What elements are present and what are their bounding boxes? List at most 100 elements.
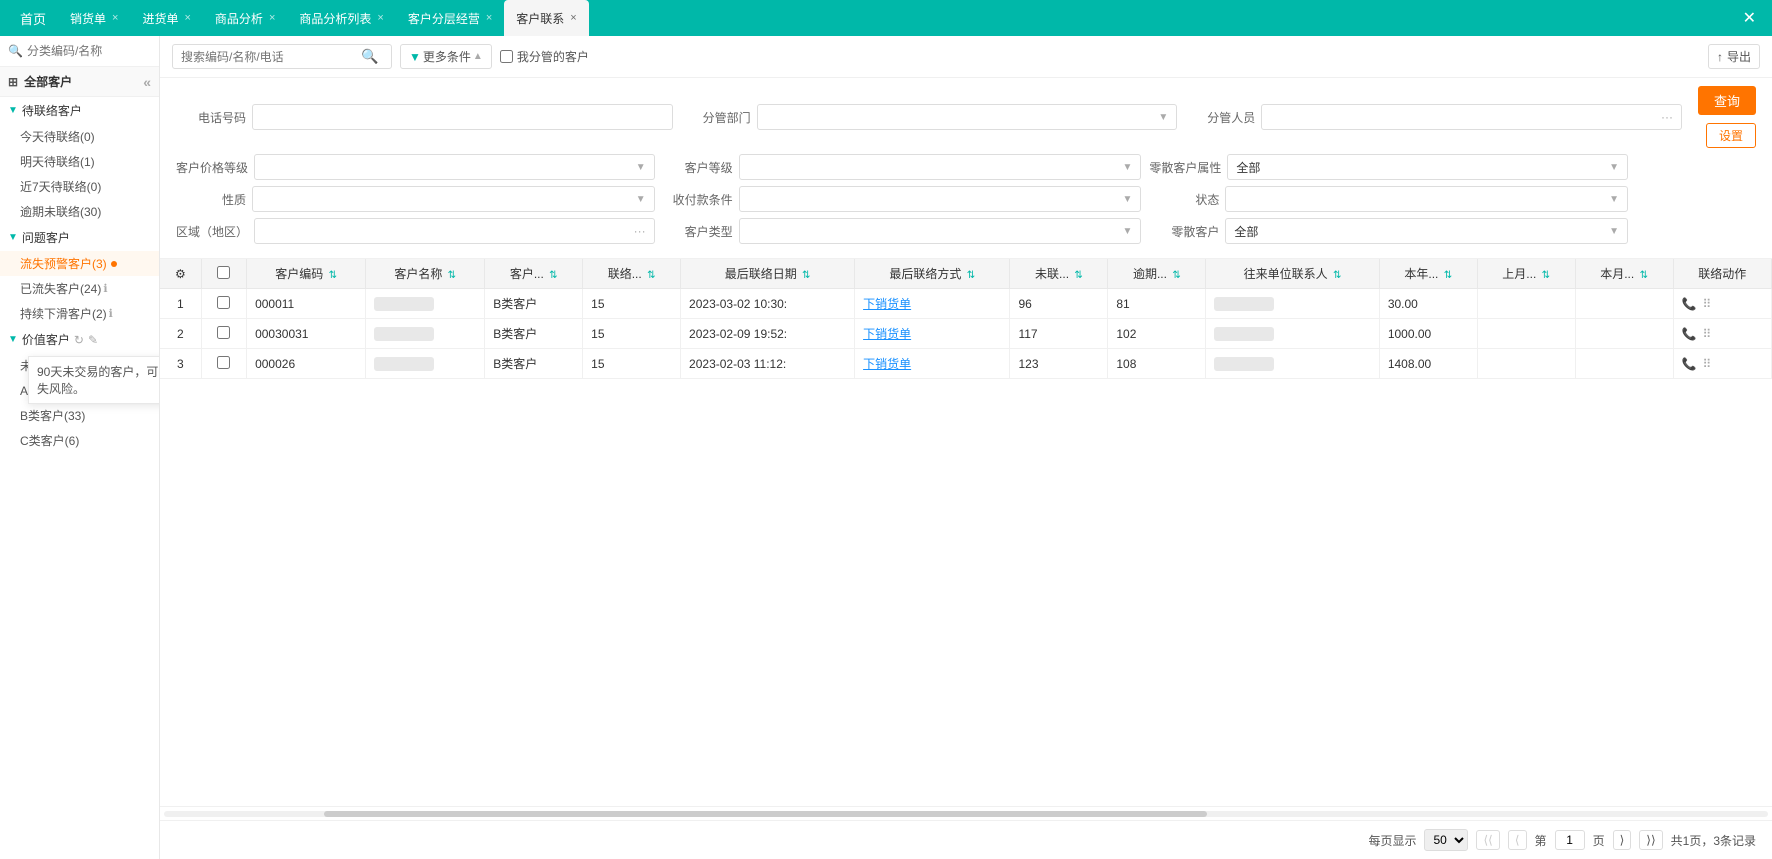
last-method-cell[interactable]: 下销货单	[855, 349, 1010, 379]
region-more-btn[interactable]: ···	[634, 224, 646, 238]
nav-tab-customer-contact[interactable]: 客户联系 ×	[504, 0, 588, 36]
sidebar-item-week-contact[interactable]: 近7天待联络(0)	[0, 174, 159, 199]
select-all-checkbox[interactable]	[217, 266, 230, 279]
status-field[interactable]: ▼	[1225, 186, 1628, 212]
row-checkbox[interactable]	[217, 296, 230, 309]
actions-cell[interactable]: 📞 ⠿	[1673, 319, 1771, 349]
nav-tab-customer-tier[interactable]: 客户分层经营 ×	[396, 0, 504, 36]
nav-tab-purchase[interactable]: 进货单 ×	[130, 0, 202, 36]
sort-type-icon[interactable]: ⇅	[549, 270, 557, 281]
nav-tab-home[interactable]: 首页	[8, 0, 58, 36]
scroll-thumb[interactable]	[324, 811, 1206, 817]
col-checkbox[interactable]	[201, 259, 246, 289]
page-size-select[interactable]: 50	[1424, 829, 1468, 851]
action-phone-icon[interactable]: 📞	[1682, 327, 1697, 341]
close-purchase-tab[interactable]: ×	[184, 12, 190, 24]
first-page-button[interactable]: ⟨⟨	[1476, 830, 1499, 850]
collapse-icon[interactable]: «	[143, 74, 151, 90]
next-page-button[interactable]: ⟩	[1613, 830, 1632, 850]
last-method-cell[interactable]: 下销货单	[855, 319, 1010, 349]
dept-select-field[interactable]: ▼	[757, 104, 1178, 130]
action-phone-icon[interactable]: 📞	[1682, 357, 1697, 371]
sidebar-item-churned[interactable]: 已流失客户(24) ℹ	[0, 276, 159, 301]
action-more-icon[interactable]: ⠿	[1702, 297, 1711, 311]
row-checkbox[interactable]	[217, 326, 230, 339]
close-product-list-tab[interactable]: ×	[377, 12, 383, 24]
sort-name-icon[interactable]: ⇅	[448, 270, 456, 281]
actions-cell[interactable]: 📞 ⠿	[1673, 289, 1771, 319]
sort-method-icon[interactable]: ⇅	[967, 270, 975, 281]
price-grade-field[interactable]: ▼	[254, 154, 655, 180]
export-button[interactable]: ↑ 导出	[1708, 44, 1760, 69]
row-checkbox[interactable]	[217, 356, 230, 369]
close-sales-tab[interactable]: ×	[112, 12, 118, 24]
zero-attr-field[interactable]: 全部 ▼	[1227, 154, 1628, 180]
prev-page-button[interactable]: ⟨	[1508, 830, 1527, 850]
phone-input-field[interactable]	[252, 104, 673, 130]
my-customers-checkbox-label[interactable]: 我分管的客户	[500, 48, 589, 65]
section-pending-contact[interactable]: ▼ 待联络客户	[0, 97, 159, 124]
search-input[interactable]	[181, 50, 361, 64]
close-all-button[interactable]: ✕	[1735, 8, 1764, 28]
search-button[interactable]: 🔍	[361, 48, 378, 65]
action-more-icon[interactable]: ⠿	[1702, 327, 1711, 341]
sort-not-contacted-icon[interactable]: ⇅	[1074, 270, 1082, 281]
region-input[interactable]	[263, 224, 634, 238]
sort-this-month-icon[interactable]: ⇅	[1640, 270, 1648, 281]
manager-more-btn[interactable]: ···	[1661, 110, 1673, 124]
nav-tab-product-analysis[interactable]: 商品分析 ×	[203, 0, 287, 36]
query-button[interactable]: 查询	[1698, 86, 1756, 115]
actions-cell[interactable]: 📞 ⠿	[1673, 349, 1771, 379]
settings-button[interactable]: 设置	[1706, 123, 1756, 148]
nav-tab-sales[interactable]: 销货单 ×	[58, 0, 130, 36]
scroll-track[interactable]	[164, 811, 1768, 817]
all-customers-header[interactable]: ⊞ 全部客户 «	[0, 67, 159, 97]
sidebar-item-declining[interactable]: 持续下滑客户(2) ℹ	[0, 301, 159, 326]
refresh-icon[interactable]: ↻	[74, 333, 84, 347]
edit-icon[interactable]: ✎	[88, 333, 98, 347]
close-customer-contact-tab[interactable]: ×	[570, 12, 576, 24]
sort-code-icon[interactable]: ⇅	[329, 270, 337, 281]
nav-tab-product-analysis-list[interactable]: 商品分析列表 ×	[287, 0, 395, 36]
sidebar-item-class-c[interactable]: C类客户(6)	[0, 428, 159, 453]
action-more-icon[interactable]: ⠿	[1702, 357, 1711, 371]
sidebar-item-today-contact[interactable]: 今天待联络(0)	[0, 124, 159, 149]
sort-person-icon[interactable]: ⇅	[1333, 270, 1341, 281]
sidebar-item-churn-warning[interactable]: 流失预警客户(3)	[0, 251, 159, 276]
row-checkbox-cell[interactable]	[201, 289, 246, 319]
payment-field[interactable]: ▼	[739, 186, 1142, 212]
sidebar-search-input[interactable]	[27, 44, 160, 58]
sidebar-item-tomorrow-contact[interactable]: 明天待联络(1)	[0, 149, 159, 174]
horizontal-scrollbar[interactable]	[160, 806, 1772, 820]
sort-date-icon[interactable]: ⇅	[802, 270, 810, 281]
last-method-link[interactable]: 下销货单	[863, 357, 911, 371]
page-number-input[interactable]	[1555, 830, 1585, 850]
sort-year-icon[interactable]: ⇅	[1444, 270, 1452, 281]
sidebar-item-overdue-contact[interactable]: 逾期未联络(30)	[0, 199, 159, 224]
table-gear-icon[interactable]: ⚙	[175, 267, 186, 281]
my-customers-checkbox[interactable]	[500, 50, 513, 63]
manager-input[interactable]	[1270, 110, 1661, 124]
phone-input[interactable]	[261, 110, 664, 124]
region-field[interactable]: ···	[254, 218, 655, 244]
row-checkbox-cell[interactable]	[201, 349, 246, 379]
last-page-button[interactable]: ⟩⟩	[1639, 830, 1662, 850]
col-gear[interactable]: ⚙	[160, 259, 201, 289]
last-method-link[interactable]: 下销货单	[863, 297, 911, 311]
more-filter-button[interactable]: ▼ 更多条件 ▲	[400, 44, 492, 69]
last-method-link[interactable]: 下销货单	[863, 327, 911, 341]
sort-overdue-icon[interactable]: ⇅	[1172, 270, 1180, 281]
sort-last-month-icon[interactable]: ⇅	[1542, 270, 1550, 281]
zero-customer-field[interactable]: 全部 ▼	[1225, 218, 1628, 244]
nature-field[interactable]: ▼	[252, 186, 655, 212]
row-checkbox-cell[interactable]	[201, 319, 246, 349]
section-problem-customers[interactable]: ▼ 问题客户	[0, 224, 159, 251]
action-phone-icon[interactable]: 📞	[1682, 297, 1697, 311]
customer-grade-field[interactable]: ▼	[739, 154, 1142, 180]
section-value-customers[interactable]: ▼ 价值客户 ↻ ✎	[0, 326, 159, 353]
manager-input-field[interactable]: ···	[1261, 104, 1682, 130]
close-product-analysis-tab[interactable]: ×	[269, 12, 275, 24]
close-customer-tier-tab[interactable]: ×	[486, 12, 492, 24]
sidebar-item-class-b[interactable]: B类客户(33)	[0, 403, 159, 428]
last-method-cell[interactable]: 下销货单	[855, 289, 1010, 319]
